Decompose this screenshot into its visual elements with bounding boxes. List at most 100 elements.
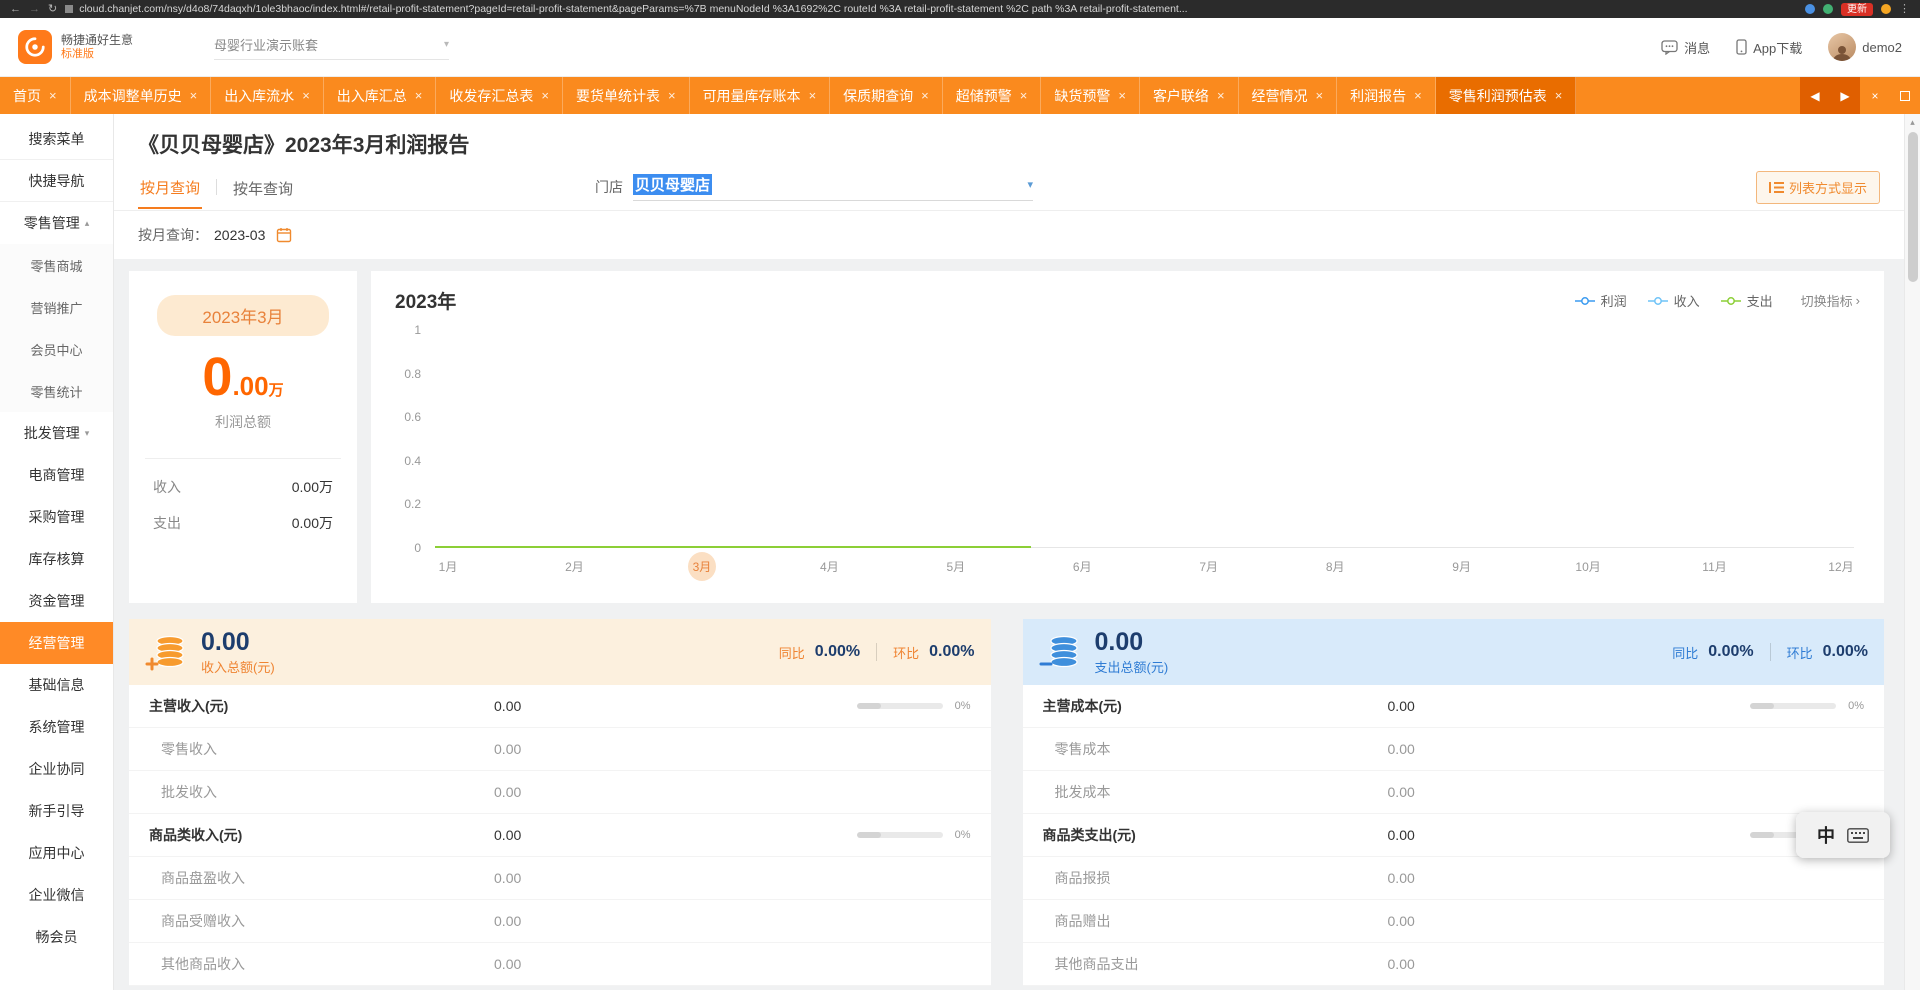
close-icon[interactable]: × <box>541 88 549 103</box>
tab-item[interactable]: 缺货预警 × <box>1041 77 1140 114</box>
close-icon[interactable]: × <box>302 88 310 103</box>
sidebar-item-retail-mgmt[interactable]: 零售管理 ▴ <box>0 202 113 244</box>
scrollbar-thumb[interactable] <box>1907 132 1918 282</box>
scrollbar[interactable]: ▴ <box>1904 114 1920 990</box>
x-label[interactable]: 12月 <box>1828 558 1854 575</box>
close-icon[interactable]: × <box>49 88 57 103</box>
sidebar-item-app-center[interactable]: 应用中心 <box>0 832 113 874</box>
sidebar-item-member-center[interactable]: 会员中心 <box>0 328 113 370</box>
sidebar-item-system-mgmt[interactable]: 系统管理 <box>0 706 113 748</box>
tab-label: 可用量库存账本 <box>702 87 801 104</box>
close-icon[interactable]: × <box>1020 88 1028 103</box>
tab-item[interactable]: 超储预警 × <box>943 77 1042 114</box>
tab-item[interactable]: 要货单统计表 × <box>563 77 690 114</box>
keyboard-icon[interactable] <box>1847 827 1869 843</box>
sidebar-item-operations-mgmt[interactable]: 经营管理 <box>0 622 113 664</box>
close-icon[interactable]: × <box>1414 88 1422 103</box>
table-row: 商品类支出(元)0.00 0% <box>1022 814 1884 857</box>
x-label[interactable]: 5月 <box>943 558 969 575</box>
ime-widget[interactable]: 中 <box>1796 812 1890 858</box>
sidebar-item-basic-info[interactable]: 基础信息 <box>0 664 113 706</box>
tab-item[interactable]: 出入库汇总 × <box>324 77 437 114</box>
sidebar-item-quick-nav[interactable]: 快捷导航 <box>0 160 113 202</box>
sidebar-item-beginner-guide[interactable]: 新手引导 <box>0 790 113 832</box>
legend-item-expense[interactable]: 支出 <box>1720 291 1773 310</box>
update-badge[interactable]: 更新 <box>1841 2 1873 16</box>
tab-item[interactable]: 客户联络 × <box>1140 77 1239 114</box>
address-bar[interactable]: cloud.chanjet.com/nsy/d4o8/74daqxh/1ole3… <box>65 3 1797 15</box>
sidebar-item-retail-stats[interactable]: 零售统计 <box>0 370 113 412</box>
close-icon[interactable]: × <box>668 88 676 103</box>
progress-bar <box>856 832 943 838</box>
x-label[interactable]: 2月 <box>561 558 587 575</box>
browser-menu-icon[interactable]: ⋮ <box>1899 3 1910 15</box>
profile-icon[interactable] <box>1881 4 1891 14</box>
tab-item[interactable]: 首页 × <box>0 77 71 114</box>
scroll-up-arrow[interactable]: ▴ <box>1910 114 1915 130</box>
forward-icon[interactable]: → <box>29 3 40 15</box>
back-icon[interactable]: ← <box>10 3 21 15</box>
tab-item[interactable]: 收发存汇总表 × <box>436 77 563 114</box>
extension-icon[interactable] <box>1823 4 1833 14</box>
tab-item[interactable]: 成本调整单历史 × <box>71 77 212 114</box>
sidebar-item-inventory-accounting[interactable]: 库存核算 <box>0 538 113 580</box>
tab-item[interactable]: 利润报告 × <box>1337 77 1436 114</box>
close-icon[interactable]: × <box>1217 88 1225 103</box>
sidebar-item-wholesale-mgmt[interactable]: 批发管理 ▾ <box>0 412 113 454</box>
sidebar-item-search-menu[interactable]: 搜索菜单 <box>0 118 113 160</box>
sidebar-item-purchase-mgmt[interactable]: 采购管理 <box>0 496 113 538</box>
tab-item[interactable]: 可用量库存账本 × <box>690 77 831 114</box>
refresh-icon[interactable]: ↻ <box>48 3 57 15</box>
tab-item[interactable]: 经营情况 × <box>1239 77 1338 114</box>
close-icon[interactable]: × <box>1316 88 1324 103</box>
extension-icon[interactable] <box>1805 4 1815 14</box>
app-download-button[interactable]: App下载 <box>1736 38 1802 57</box>
sidebar-item-funds-mgmt[interactable]: 资金管理 <box>0 580 113 622</box>
calendar-icon[interactable] <box>276 227 292 243</box>
account-set-select[interactable]: 母婴行业演示账套 ▾ <box>214 35 449 60</box>
x-label[interactable]: 7月 <box>1196 558 1222 575</box>
legend-item-profit[interactable]: 利润 <box>1574 291 1627 310</box>
sidebar-item-enterprise-collab[interactable]: 企业协同 <box>0 748 113 790</box>
ime-language[interactable]: 中 <box>1817 822 1835 848</box>
sidebar-item-retail-mall[interactable]: 零售商城 <box>0 244 113 286</box>
x-label[interactable]: 4月 <box>816 558 842 575</box>
close-icon[interactable]: × <box>921 88 929 103</box>
x-label[interactable]: 6月 <box>1069 558 1095 575</box>
close-icon[interactable]: × <box>1118 88 1126 103</box>
store-select[interactable]: 贝贝母婴店 ▾ <box>633 173 1034 201</box>
tab-yearly-query[interactable]: 按年查询 <box>231 167 295 208</box>
x-label[interactable]: 9月 <box>1449 558 1475 575</box>
close-icon[interactable]: × <box>190 88 198 103</box>
tab-item[interactable]: 出入库流水 × <box>211 77 324 114</box>
close-icon[interactable]: × <box>809 88 817 103</box>
messages-button[interactable]: 消息 <box>1661 38 1710 57</box>
tab-item-active[interactable]: 零售利润预估表 × <box>1435 77 1577 114</box>
x-label[interactable]: 1月 <box>435 558 461 575</box>
table-row: 零售成本 0.00 <box>1022 728 1884 771</box>
progress-bar <box>856 703 943 709</box>
x-label[interactable]: 8月 <box>1322 558 1348 575</box>
tab-item[interactable]: 保质期查询 × <box>830 77 943 114</box>
income-total: 0.00 <box>201 627 250 656</box>
y-axis-label: 0.6 <box>404 410 421 425</box>
close-all-tabs-icon[interactable]: × <box>1860 77 1890 114</box>
legend-item-income[interactable]: 收入 <box>1647 291 1700 310</box>
sidebar-item-wecom[interactable]: 企业微信 <box>0 874 113 916</box>
sidebar-item-marketing[interactable]: 营销推广 <box>0 286 113 328</box>
close-icon[interactable]: × <box>1555 88 1563 103</box>
close-icon[interactable]: × <box>415 88 423 103</box>
fullscreen-icon[interactable] <box>1890 77 1920 114</box>
x-label[interactable]: 11月 <box>1702 558 1728 575</box>
switch-metric-button[interactable]: 切换指标 › <box>1801 291 1860 310</box>
user-menu[interactable]: demo2 <box>1828 33 1902 61</box>
list-view-button[interactable]: 列表方式显示 <box>1755 170 1880 204</box>
tab-monthly-query[interactable]: 按月查询 <box>138 166 203 209</box>
sidebar-item-chang-member[interactable]: 畅会员 <box>0 916 113 958</box>
x-label-selected[interactable]: 3月 <box>687 552 716 581</box>
app-header: 畅捷通好生意 标准版 母婴行业演示账套 ▾ 消息 App下载 demo2 <box>0 18 1920 77</box>
scroll-tabs-left-icon[interactable]: ◀ <box>1800 77 1830 114</box>
x-label[interactable]: 10月 <box>1575 558 1601 575</box>
sidebar-item-ecommerce-mgmt[interactable]: 电商管理 <box>0 454 113 496</box>
scroll-tabs-right-icon[interactable]: ▶ <box>1830 77 1860 114</box>
